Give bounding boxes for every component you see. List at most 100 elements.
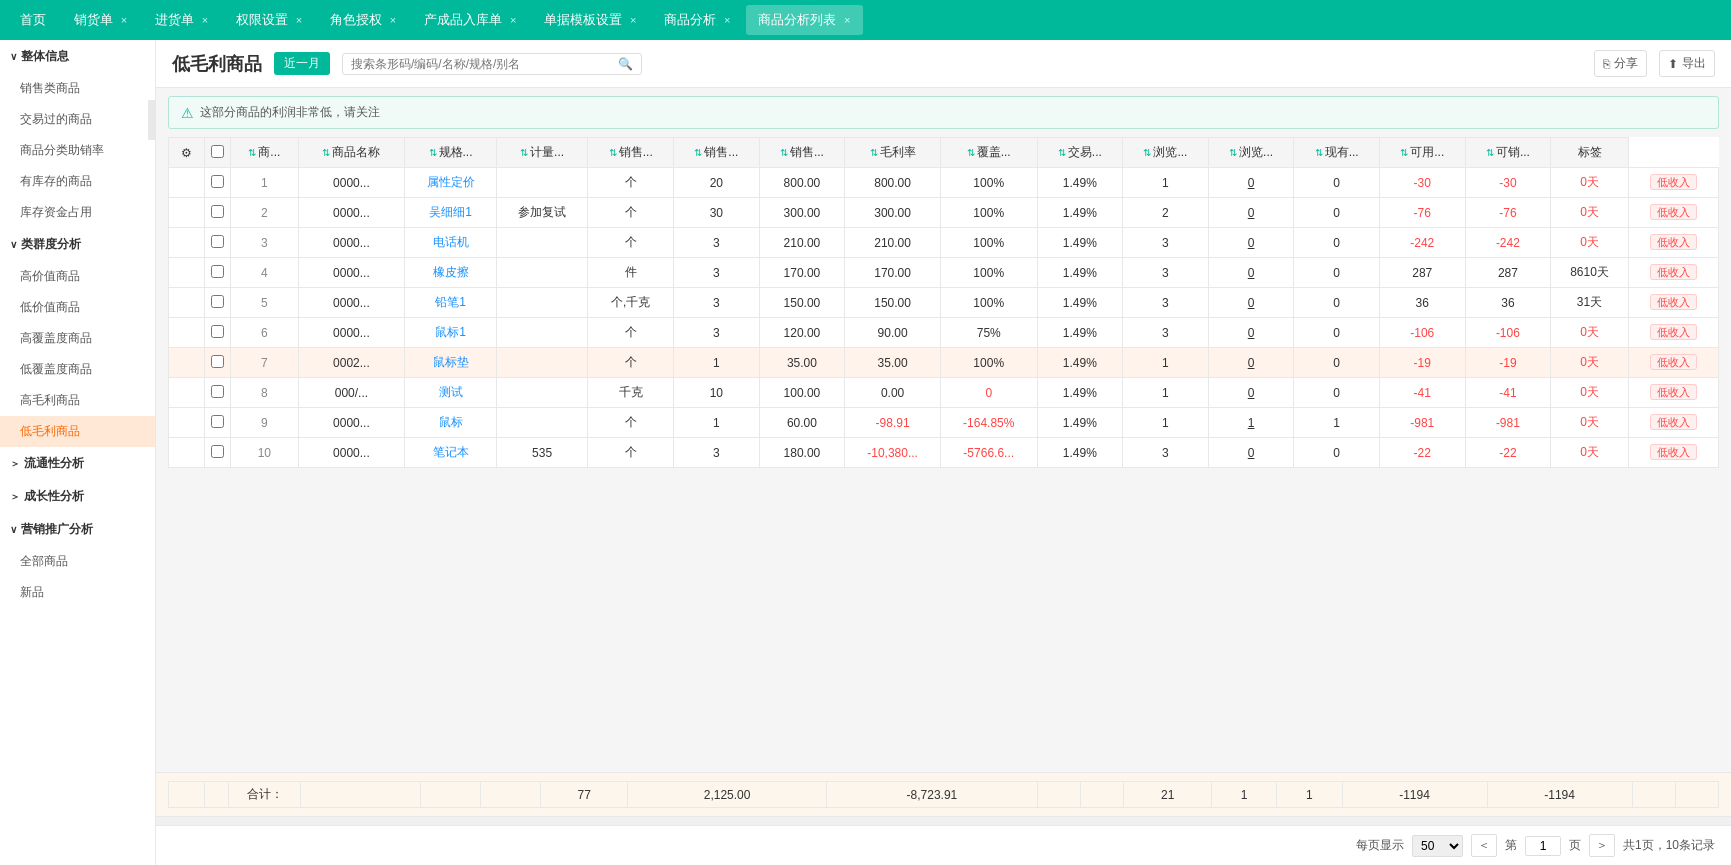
row-name[interactable]: 橡皮擦 bbox=[405, 258, 497, 288]
col-saleable-days[interactable]: ⇅可销... bbox=[1465, 138, 1551, 168]
row-checkbox[interactable] bbox=[205, 258, 231, 288]
sidebar-section-growth[interactable]: ＞ 成长性分析 bbox=[0, 480, 155, 513]
sidebar-item-traded-products[interactable]: 交易过的商品 bbox=[0, 104, 155, 135]
close-icon[interactable]: × bbox=[121, 14, 127, 26]
table-container[interactable]: ⚙ ⇅商... ⇅商品名称 ⇅规格... ⇅计量... ⇅销售... ⇅销售..… bbox=[168, 137, 1719, 772]
period-button[interactable]: 近一月 bbox=[274, 52, 330, 75]
col-sales-qty[interactable]: ⇅销售... bbox=[588, 138, 674, 168]
col-checkbox[interactable] bbox=[205, 138, 231, 168]
col-sales-price[interactable]: ⇅销售... bbox=[674, 138, 760, 168]
close-icon[interactable]: × bbox=[296, 14, 302, 26]
row-views1[interactable]: 0 bbox=[1208, 258, 1294, 288]
col-views1[interactable]: ⇅浏览... bbox=[1123, 138, 1209, 168]
row-checkbox[interactable] bbox=[205, 198, 231, 228]
row-name[interactable]: 吴细细1 bbox=[405, 198, 497, 228]
close-icon[interactable]: × bbox=[724, 14, 730, 26]
row-views1[interactable]: 0 bbox=[1208, 348, 1294, 378]
col-available[interactable]: ⇅可用... bbox=[1379, 138, 1465, 168]
next-page-button[interactable]: ＞ bbox=[1589, 834, 1615, 857]
page-number-input[interactable] bbox=[1525, 836, 1561, 856]
nav-permissions[interactable]: 权限设置 × bbox=[224, 5, 314, 35]
row-name[interactable]: 电话机 bbox=[405, 228, 497, 258]
row-views1[interactable]: 0 bbox=[1208, 438, 1294, 468]
col-trade-count[interactable]: ⇅交易... bbox=[1037, 138, 1123, 168]
row-name[interactable]: 铅笔1 bbox=[405, 288, 497, 318]
sidebar-item-high-coverage[interactable]: 高覆盖度商品 bbox=[0, 323, 155, 354]
prev-page-button[interactable]: ＜ bbox=[1471, 834, 1497, 857]
row-checkbox[interactable] bbox=[205, 408, 231, 438]
row-sales-profit: 90.00 bbox=[845, 318, 941, 348]
horizontal-scrollbar[interactable] bbox=[156, 817, 1731, 825]
col-coverage[interactable]: ⇅覆盖... bbox=[940, 138, 1037, 168]
row-checkbox[interactable] bbox=[205, 438, 231, 468]
close-icon[interactable]: × bbox=[844, 14, 850, 26]
row-spec bbox=[496, 318, 588, 348]
row-name[interactable]: 鼠标1 bbox=[405, 318, 497, 348]
row-checkbox[interactable] bbox=[205, 288, 231, 318]
sidebar-item-low-margin[interactable]: 低毛利商品 bbox=[0, 416, 155, 447]
sidebar-section-label: 成长性分析 bbox=[24, 488, 84, 505]
row-name[interactable]: 笔记本 bbox=[405, 438, 497, 468]
row-views1[interactable]: 0 bbox=[1208, 318, 1294, 348]
row-views1[interactable]: 0 bbox=[1208, 228, 1294, 258]
sidebar-item-new-products[interactable]: 新品 bbox=[0, 577, 155, 608]
col-gross-margin[interactable]: ⇅毛利率 bbox=[845, 138, 941, 168]
sidebar-item-high-margin[interactable]: 高毛利商品 bbox=[0, 385, 155, 416]
nav-product-inbound[interactable]: 产成品入库单 × bbox=[412, 5, 528, 35]
row-views1[interactable]: 0 bbox=[1208, 378, 1294, 408]
sidebar-item-low-value[interactable]: 低价值商品 bbox=[0, 292, 155, 323]
sidebar-item-high-value[interactable]: 高价值商品 bbox=[0, 261, 155, 292]
nav-home[interactable]: 首页 bbox=[8, 5, 58, 35]
select-all-checkbox[interactable] bbox=[211, 145, 224, 158]
close-icon[interactable]: × bbox=[630, 14, 636, 26]
sidebar-section-overall[interactable]: ∨ 整体信息 bbox=[0, 40, 155, 73]
nav-sales-order[interactable]: 销货单 × bbox=[62, 5, 139, 35]
sidebar-item-category-sales-rate[interactable]: 商品分类助销率 bbox=[0, 135, 155, 166]
col-unit[interactable]: ⇅计量... bbox=[496, 138, 588, 168]
sidebar-item-in-stock[interactable]: 有库存的商品 bbox=[0, 166, 155, 197]
col-name[interactable]: ⇅商品名称 bbox=[298, 138, 405, 168]
row-name[interactable]: 鼠标 bbox=[405, 408, 497, 438]
share-button[interactable]: ⎘ 分享 bbox=[1594, 50, 1647, 77]
row-views1[interactable]: 0 bbox=[1208, 198, 1294, 228]
close-icon[interactable]: × bbox=[390, 14, 396, 26]
nav-role-auth[interactable]: 角色授权 × bbox=[318, 5, 408, 35]
col-spec[interactable]: ⇅规格... bbox=[405, 138, 497, 168]
sidebar-collapse-button[interactable]: 《 bbox=[148, 100, 156, 140]
export-button[interactable]: ⬆ 导出 bbox=[1659, 50, 1715, 77]
close-icon[interactable]: × bbox=[202, 14, 208, 26]
col-views2[interactable]: ⇅浏览... bbox=[1208, 138, 1294, 168]
col-current-stock[interactable]: ⇅现有... bbox=[1294, 138, 1380, 168]
col-sales-profit[interactable]: ⇅销售... bbox=[759, 138, 845, 168]
row-name[interactable]: 鼠标垫 bbox=[405, 348, 497, 378]
search-icon[interactable]: 🔍 bbox=[618, 57, 633, 71]
row-sales-profit: 35.00 bbox=[845, 348, 941, 378]
sidebar-item-sales-products[interactable]: 销售类商品 bbox=[0, 73, 155, 104]
nav-template-settings[interactable]: 单据模板设置 × bbox=[532, 5, 648, 35]
nav-product-analysis[interactable]: 商品分析 × bbox=[652, 5, 742, 35]
close-icon[interactable]: × bbox=[510, 14, 516, 26]
sidebar-item-all-products[interactable]: 全部商品 bbox=[0, 546, 155, 577]
row-checkbox[interactable] bbox=[205, 378, 231, 408]
sidebar-item-low-coverage[interactable]: 低覆盖度商品 bbox=[0, 354, 155, 385]
row-checkbox[interactable] bbox=[205, 348, 231, 378]
sidebar-section-circulation[interactable]: ＞ 流通性分析 bbox=[0, 447, 155, 480]
col-tag[interactable]: 标签 bbox=[1551, 138, 1629, 168]
sidebar-section-cluster[interactable]: ∨ 类群度分析 bbox=[0, 228, 155, 261]
per-page-select[interactable]: 50 100 200 bbox=[1412, 835, 1463, 857]
row-views1[interactable]: 0 bbox=[1208, 168, 1294, 198]
col-code[interactable]: ⇅商... bbox=[231, 138, 299, 168]
sidebar-section-marketing[interactable]: ∨ 营销推广分析 bbox=[0, 513, 155, 546]
row-views1[interactable]: 0 bbox=[1208, 288, 1294, 318]
col-settings[interactable]: ⚙ bbox=[169, 138, 205, 168]
row-name[interactable]: 测试 bbox=[405, 378, 497, 408]
row-name[interactable]: 属性定价 bbox=[405, 168, 497, 198]
nav-product-analysis-list[interactable]: 商品分析列表 × bbox=[746, 5, 862, 35]
nav-purchase-order[interactable]: 进货单 × bbox=[143, 5, 220, 35]
row-views1[interactable]: 1 bbox=[1208, 408, 1294, 438]
search-input[interactable] bbox=[351, 57, 612, 71]
sidebar-item-capital-usage[interactable]: 库存资金占用 bbox=[0, 197, 155, 228]
row-checkbox[interactable] bbox=[205, 228, 231, 258]
row-checkbox[interactable] bbox=[205, 318, 231, 348]
row-checkbox[interactable] bbox=[205, 168, 231, 198]
